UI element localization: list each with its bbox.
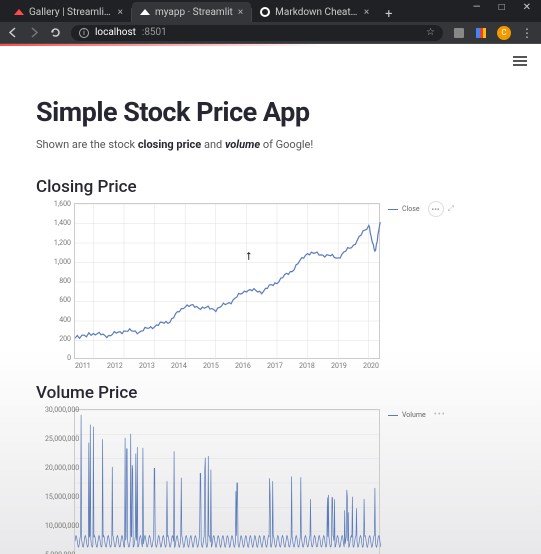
ytick: 800 xyxy=(45,277,71,285)
tab-title: Markdown Cheatsheet · adam-p xyxy=(275,7,359,18)
bookmark-icon[interactable]: ☆ xyxy=(426,27,435,38)
xtick: 2013 xyxy=(139,362,155,370)
ytick: 30,000,000 xyxy=(45,406,71,414)
close-icon[interactable]: × xyxy=(364,7,369,18)
streamlit-menu-icon[interactable] xyxy=(513,54,527,68)
chart-close-container: 1,600 1,400 1,200 1,000 800 600 400 200 … xyxy=(36,203,505,359)
xtick: 2014 xyxy=(171,362,187,370)
subtitle-text: Shown are the stock xyxy=(36,138,138,151)
page-content: Simple Stock Price App Shown are the sto… xyxy=(0,46,541,554)
tab-myapp[interactable]: myapp · Streamlit × xyxy=(132,2,251,22)
tab-title: Gallery | Streamlit — The fastes xyxy=(29,7,113,18)
ytick: 600 xyxy=(45,296,71,304)
chart-close-legend: Close ••• ⤢ xyxy=(388,203,454,359)
back-button[interactable] xyxy=(8,27,19,38)
ytick: 1,600 xyxy=(45,200,71,208)
tab-markdown[interactable]: Markdown Cheatsheet · adam-p × xyxy=(252,2,377,22)
window-minimize[interactable]: — xyxy=(473,2,481,13)
tab-title: myapp · Streamlit xyxy=(155,7,233,18)
xtick: 2018 xyxy=(299,362,315,370)
profile-avatar[interactable]: C xyxy=(497,26,511,40)
page-title: Simple Stock Price App xyxy=(36,96,505,128)
browser-menu-icon[interactable]: ⋮ xyxy=(521,26,533,40)
chart-volume-container: 30,000,000 25,000,000 20,000,000 15,000,… xyxy=(36,409,505,554)
tab-gallery[interactable]: Gallery | Streamlit — The fastes × xyxy=(6,2,131,22)
expand-icon[interactable]: ⤢ xyxy=(448,204,454,214)
extension-icon[interactable] xyxy=(453,27,465,39)
legend-label: Volume xyxy=(402,411,426,419)
page-subtitle: Shown are the stock closing price and vo… xyxy=(36,138,505,151)
chart-volume-yticks: 30,000,000 25,000,000 20,000,000 15,000,… xyxy=(45,406,71,554)
url-rest: :8501 xyxy=(142,27,167,38)
window-controls: — □ ✕ xyxy=(473,0,541,13)
ytick: 0 xyxy=(45,354,71,362)
legend-label: Close xyxy=(402,205,420,213)
xtick: 2015 xyxy=(203,362,219,370)
chart-heading-close: Closing Price xyxy=(36,177,505,197)
ytick: 10,000,000 xyxy=(45,522,71,530)
ytick: 20,000,000 xyxy=(45,464,71,472)
subtitle-bold-italic: volume xyxy=(225,138,260,151)
ytick: 25,000,000 xyxy=(45,435,71,443)
ytick: 15,000,000 xyxy=(45,493,71,501)
github-icon xyxy=(260,7,270,17)
chart-volume-legend: Volume ••• xyxy=(388,409,446,554)
new-tab-button[interactable]: + xyxy=(377,7,400,22)
tab-strip: Gallery | Streamlit — The fastes × myapp… xyxy=(0,0,541,22)
xtick: 2017 xyxy=(267,362,283,370)
chart-menu-button[interactable]: ••• xyxy=(434,410,446,420)
subtitle-bold: closing price xyxy=(138,138,201,151)
subtitle-text: and xyxy=(201,138,225,151)
legend-swatch xyxy=(388,415,398,416)
reload-button[interactable] xyxy=(50,27,61,38)
xtick: 2012 xyxy=(107,362,123,370)
xtick: 2020 xyxy=(363,362,379,370)
ytick: 1,000 xyxy=(45,258,71,266)
chart-heading-volume: Volume Price xyxy=(36,383,505,403)
legend-swatch xyxy=(388,209,398,210)
chart-close-xticks: 2011 2012 2013 2014 2015 2016 2017 2018 … xyxy=(75,362,379,370)
window-maximize[interactable]: □ xyxy=(499,2,505,13)
subtitle-text: of Google! xyxy=(260,138,313,151)
ytick: 200 xyxy=(45,335,71,343)
xtick: 2016 xyxy=(235,362,251,370)
ytick: 400 xyxy=(45,316,71,324)
url-host: localhost xyxy=(95,27,136,38)
window-close[interactable]: ✕ xyxy=(523,2,531,13)
close-icon[interactable]: × xyxy=(238,7,243,18)
chart-close-plot[interactable]: 1,600 1,400 1,200 1,000 800 600 400 200 … xyxy=(74,203,380,359)
xtick: 2019 xyxy=(331,362,347,370)
close-icon[interactable]: × xyxy=(118,7,123,18)
chart-close-yticks: 1,600 1,400 1,200 1,000 800 600 400 200 … xyxy=(45,200,71,362)
forward-button[interactable] xyxy=(29,27,40,38)
address-bar[interactable]: i localhost :8501 ☆ xyxy=(71,25,443,41)
xtick: 2011 xyxy=(75,362,91,370)
chart-volume-plot[interactable]: 30,000,000 25,000,000 20,000,000 15,000,… xyxy=(74,409,380,554)
url-bar: i localhost :8501 ☆ C ⋮ xyxy=(0,22,541,44)
ytick: 1,400 xyxy=(45,219,71,227)
page-viewport: Simple Stock Price App Shown are the sto… xyxy=(0,44,541,554)
chart-volume-svg xyxy=(75,410,381,554)
streamlit-icon xyxy=(14,7,24,17)
extension-icon[interactable] xyxy=(475,27,487,39)
streamlit-icon xyxy=(140,7,150,17)
ytick: 1,200 xyxy=(45,239,71,247)
site-info-icon[interactable]: i xyxy=(79,28,89,38)
chart-close-svg xyxy=(75,204,381,360)
chart-menu-button[interactable]: ••• xyxy=(428,201,444,217)
